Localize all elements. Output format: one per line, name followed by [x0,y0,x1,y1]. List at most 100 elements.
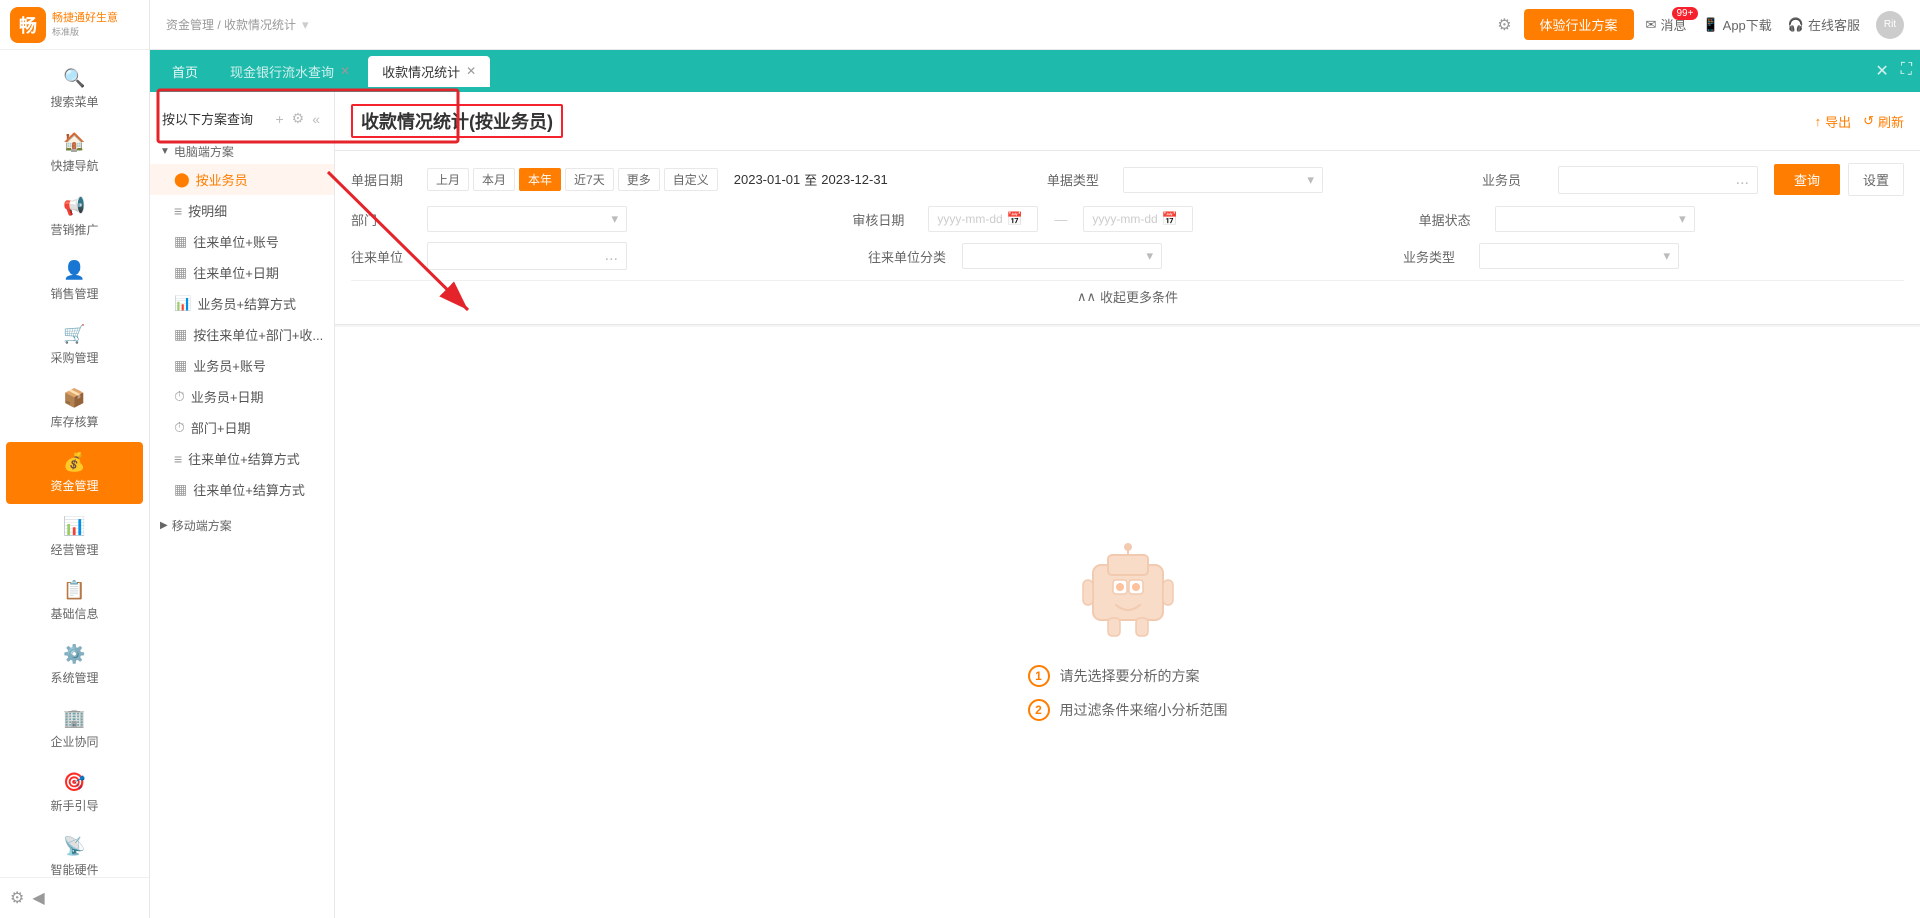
sidebar-item-inventory[interactable]: 📦 库存核算 [6,378,143,440]
scheme-salesperson-date[interactable]: ⏱ 业务员+日期 [150,381,334,412]
empty-step-2: 2 用过滤条件来缩小分析范围 [1028,699,1228,721]
collapse-more-btn[interactable]: ∧∧ 收起更多条件 [351,280,1904,312]
scheme-by-detail[interactable]: ≡ 按明细 [150,195,334,226]
search-row-2: 部门 ▾ 审核日期 yyyy-mm-dd 📅 — y [351,206,1904,232]
unit-label: 往来单位 [351,247,411,266]
mobile-section-title[interactable]: ▶ 移动端方案 [150,513,334,538]
custom-btn[interactable]: 自定义 [664,168,718,191]
dept-select[interactable]: ▾ [427,206,627,232]
inventory-icon: 📦 [63,388,85,409]
salesperson-label: 业务员 [1482,170,1542,189]
sidebar-item-capital[interactable]: 💰 资金管理 [6,442,143,504]
unit-category-select[interactable]: ▾ [962,243,1162,269]
topbar-right: ✉ 消息 99+ 📱 App下载 🎧 在线客服 Rit [1646,11,1904,39]
biz-type-label: 业务类型 [1403,247,1463,266]
topbar-settings-icon[interactable]: ⚙ [1497,15,1511,35]
tab-receipt-stat-close[interactable]: ✕ [466,64,476,78]
scheme-unit-date[interactable]: ▦ 往来单位+日期 [150,257,334,288]
doc-type-select[interactable]: ▾ [1123,167,1323,193]
last-month-btn[interactable]: 上月 [427,168,469,191]
mobile-section: ▶ 移动端方案 [150,509,334,542]
review-to-placeholder: yyyy-mm-dd [1092,212,1157,226]
this-month-btn[interactable]: 本月 [473,168,515,191]
tab-home[interactable]: 首页 [158,56,212,87]
sidebar-settings-icon[interactable]: ⚙ [10,888,24,908]
message-button[interactable]: ✉ 消息 99+ [1646,15,1687,34]
review-date-from[interactable]: yyyy-mm-dd 📅 [928,206,1038,232]
sidebar-item-marketing[interactable]: 📢 营销推广 [6,186,143,248]
scheme-salesperson-account[interactable]: ▦ 业务员+账号 [150,350,334,381]
sidebar-collapse-icon[interactable]: ◀ [32,888,44,908]
collapse-panel-button[interactable]: « [310,108,322,129]
window-close-icon[interactable]: ✕ [1875,61,1888,81]
salesperson-select[interactable]: ... [1558,166,1758,194]
tab-receipt-stat-label: 收款情况统计 [382,62,460,81]
sidebar-item-quick-nav[interactable]: 🏠 快捷导航 [6,122,143,184]
unit-more-icon[interactable]: ... [605,247,618,265]
capital-icon: 💰 [63,452,85,473]
scheme-unit-date-label: 往来单位+日期 [193,263,279,282]
biz-type-select[interactable]: ▾ [1479,243,1679,269]
app-download-label: App下载 [1723,15,1772,34]
online-service-button[interactable]: 🎧 在线客服 [1788,15,1860,34]
sidebar-item-label: 新手引导 [50,797,98,814]
step-1-num: 1 [1028,665,1050,687]
scheme-salesperson-settle[interactable]: 📊 业务员+结算方式 [150,288,334,319]
scheme-dept-date-label: 部门+日期 [191,418,251,437]
desktop-expand-icon: ▼ [160,146,170,157]
scheme-settings-button[interactable]: ⚙ [290,108,307,129]
scheme-by-salesperson[interactable]: ⬤ 按业务员 [150,164,334,195]
page-header-actions: ↑ 导出 ↺ 刷新 [1815,112,1904,131]
query-button[interactable]: 查询 [1774,164,1840,195]
sidebar-item-enterprise[interactable]: 🏢 企业协同 [6,698,143,760]
search-area: 单据日期 上月 本月 本年 近7天 更多 自定义 2023-01-01 至 [335,151,1920,325]
tab-receipt-stat[interactable]: 收款情况统计 ✕ [368,56,490,87]
tab-bank-flow[interactable]: 现金银行流水查询 ✕ [216,56,364,87]
settings-button[interactable]: 设置 [1848,163,1904,196]
app-download-button[interactable]: 📱 App下载 [1702,15,1771,34]
refresh-icon: ↺ [1863,113,1874,129]
empty-step-1: 1 请先选择要分析的方案 [1028,665,1228,687]
sidebar-item-smart-hw[interactable]: 📡 智能硬件 [6,826,143,877]
desktop-section-title[interactable]: ▼ 电脑端方案 [150,139,334,164]
user-avatar[interactable]: Rit [1876,11,1904,39]
sidebar-item-label: 系统管理 [50,669,98,686]
review-date-label: 审核日期 [852,210,912,229]
export-icon: ↑ [1815,114,1822,129]
scheme-unit-account[interactable]: ▦ 往来单位+账号 [150,226,334,257]
unit-category-chevron-icon: ▾ [1146,248,1153,264]
more-btn[interactable]: 更多 [618,168,660,191]
sidebar-item-sales[interactable]: 👤 销售管理 [6,250,143,312]
scheme-unit-settle2[interactable]: ▦ 往来单位+结算方式 [150,474,334,505]
tab-bank-flow-close[interactable]: ✕ [340,64,350,78]
scheme-unit-settle1[interactable]: ≡ 往来单位+结算方式 [150,443,334,474]
calendar-from-icon: 📅 [1007,211,1023,227]
window-maximize-icon[interactable]: ⛶ [1901,61,1912,81]
export-button[interactable]: ↑ 导出 [1815,112,1852,131]
sidebar-item-purchase[interactable]: 🛒 采购管理 [6,314,143,376]
sidebar-item-label: 经营管理 [50,541,98,558]
sidebar-item-basic-info[interactable]: 📋 基础信息 [6,570,143,632]
refresh-button[interactable]: ↺ 刷新 [1863,112,1904,131]
logo-text: 畅捷通好生意 [52,11,118,25]
last-7-btn[interactable]: 近7天 [565,168,614,191]
trial-button[interactable]: 体验行业方案 [1524,9,1634,40]
scheme-unit-dept-label: 按往来单位+部门+收... [193,325,323,344]
sidebar-item-guide[interactable]: 🎯 新手引导 [6,762,143,824]
sidebar-item-operation[interactable]: 📊 经营管理 [6,506,143,568]
salesperson-more-icon[interactable]: ... [1736,171,1749,189]
sidebar-item-search-menu[interactable]: 🔍 搜索菜单 [6,58,143,120]
empty-state-icon [1068,525,1188,645]
scheme-unit-dept-recv[interactable]: ▦ 按往来单位+部门+收... [150,319,334,350]
review-date-to[interactable]: yyyy-mm-dd 📅 [1083,206,1193,232]
collapse-label: 收起更多条件 [1100,287,1178,306]
add-scheme-button[interactable]: + [273,108,285,129]
doc-status-select[interactable]: ▾ [1495,206,1695,232]
scheme-dept-date[interactable]: ⏱ 部门+日期 [150,412,334,443]
this-year-btn[interactable]: 本年 [519,168,561,191]
purchase-icon: 🛒 [63,324,85,345]
sidebar-item-label: 基础信息 [50,605,98,622]
step-2-text: 用过滤条件来缩小分析范围 [1060,700,1228,720]
unit-select[interactable]: ... [427,242,627,270]
sidebar-item-system[interactable]: ⚙️ 系统管理 [6,634,143,696]
